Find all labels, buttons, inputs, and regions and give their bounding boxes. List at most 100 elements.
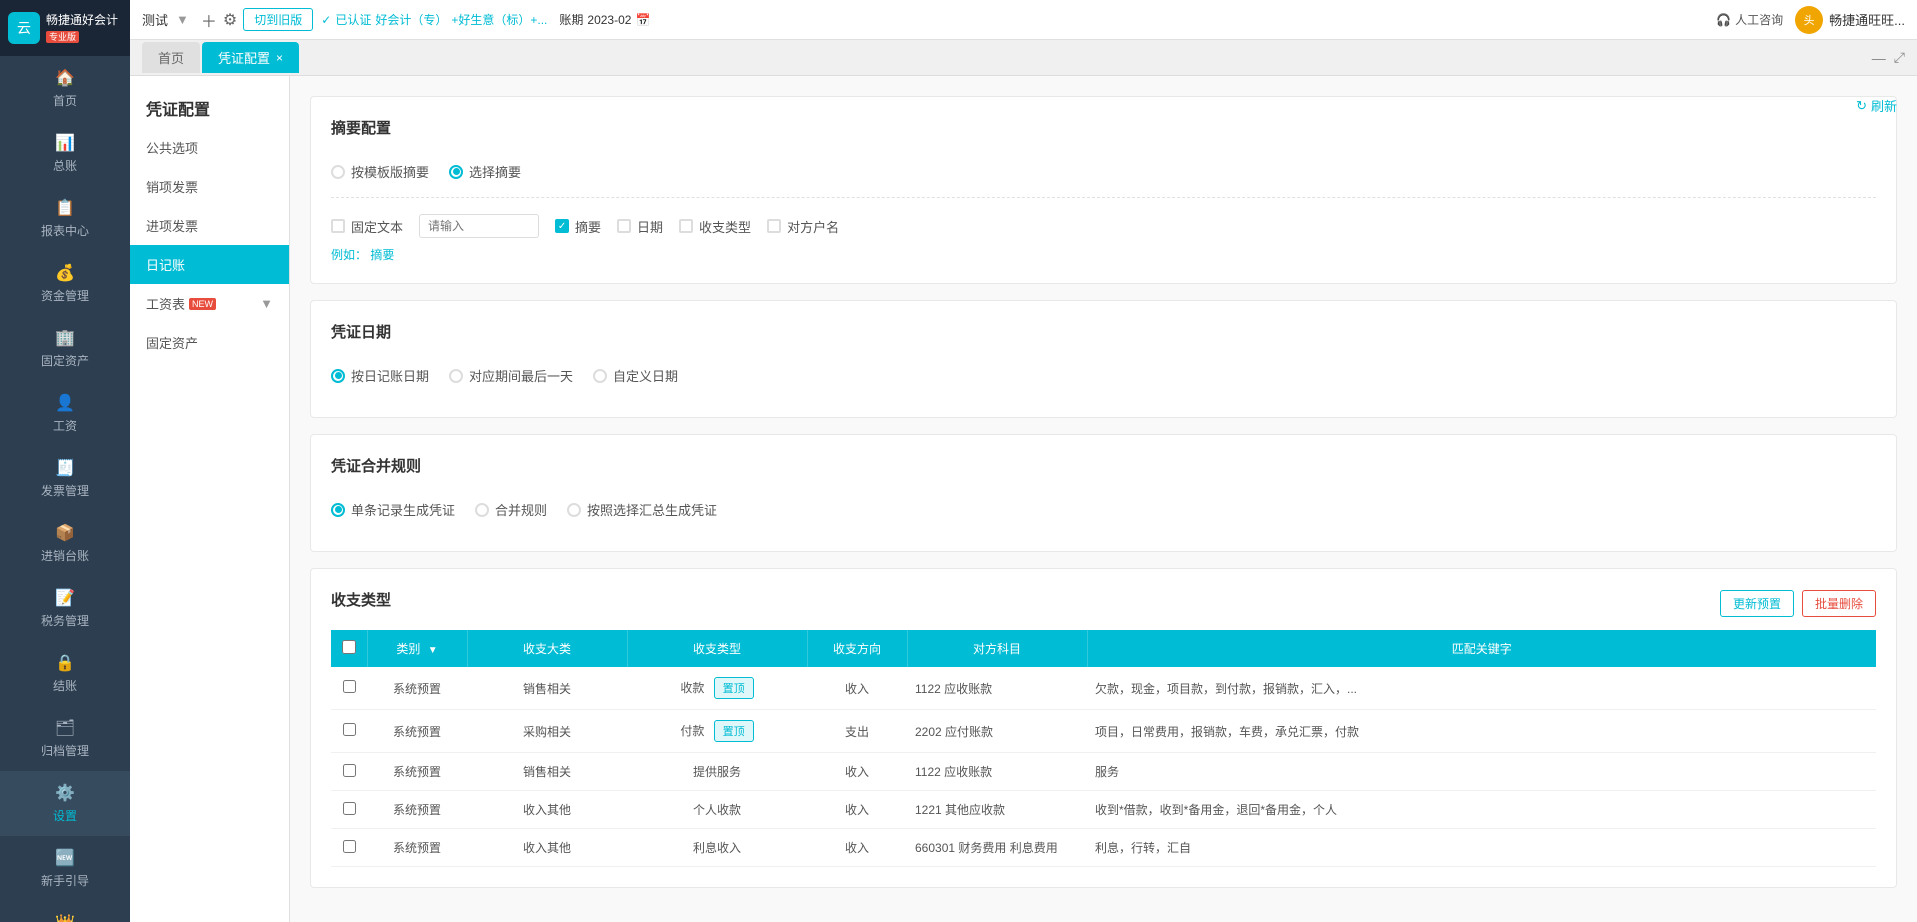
merge-section-title: 凭证合并规则 <box>331 455 1876 484</box>
logo-icon: 云 <box>8 12 40 44</box>
refresh-btn[interactable]: ↻ 刷新 <box>1856 96 1897 115</box>
radio-merge-rule[interactable]: 合并规则 <box>475 500 547 519</box>
row-major-4: 收入其他 <box>467 829 627 867</box>
archive-icon: 🗂 <box>55 718 75 738</box>
row-type-2: 提供服务 <box>627 753 807 791</box>
sidebar-item-close[interactable]: 🔒 结账 <box>0 641 130 706</box>
calendar-icon[interactable]: 📅 <box>635 13 650 27</box>
sub-sidebar-title: 凭证配置 <box>130 84 289 128</box>
logo-title: 畅捷通好会计 <box>46 13 118 29</box>
main-area: 测试 ▼ ＋ ⚙ 切到旧版 ✓ 已认证 好会计（专） +好生意（标）+... 账… <box>130 0 1917 922</box>
tab-home[interactable]: 首页 <box>142 42 200 73</box>
radio-circle-custom <box>593 369 607 383</box>
checkbox-fixed-text[interactable]: 固定文本 <box>331 217 403 236</box>
certified-status: 已认证 <box>335 11 371 28</box>
sidebar-item-invoice[interactable]: 🧾 发票管理 <box>0 446 130 511</box>
update-preset-btn[interactable]: 更新预置 <box>1720 590 1794 617</box>
table-header-checkbox-col <box>331 630 367 667</box>
radio-custom-date[interactable]: 自定义日期 <box>593 366 678 385</box>
row-keywords-3: 收到*借款，收到*备用金，退回*备用金，个人 <box>1087 791 1876 829</box>
assets-icon: 🏢 <box>55 328 75 348</box>
payroll-chevron-icon: ▼ <box>260 296 273 311</box>
radio-select-summary[interactable]: 选择摘要 <box>449 162 521 181</box>
radio-journal-date[interactable]: 按日记账日期 <box>331 366 429 385</box>
summary-section-title: 摘要配置 <box>331 117 1876 146</box>
tag-btn-0[interactable]: 置顶 <box>714 677 754 699</box>
sidebar-item-reports[interactable]: 📋 报表中心 <box>0 186 130 251</box>
table-select-all-checkbox[interactable] <box>342 640 356 654</box>
company-dropdown-icon[interactable]: ▼ <box>176 12 189 27</box>
merge-section: 凭证合并规则 单条记录生成凭证 合并规则 按照选择汇总生成凭证 <box>310 434 1897 552</box>
table-row: 系统预置 收入其他 利息收入 收入 660301 财务费用 利息费用 利息，行转… <box>331 829 1876 867</box>
sub-sidebar-item-payroll[interactable]: 工资表 NEW ▼ <box>130 284 289 323</box>
radio-template-summary[interactable]: 按模板版摘要 <box>331 162 429 181</box>
table-header-type: 收支类型 <box>627 630 807 667</box>
funds-icon: 💰 <box>55 263 75 283</box>
tab-close-icon[interactable]: × <box>276 51 283 65</box>
row-account-2: 1122 应收账款 <box>907 753 1087 791</box>
sidebar-item-salary[interactable]: 👤 工资 <box>0 381 130 446</box>
sidebar-item-guide[interactable]: 🆕 新手引导 <box>0 836 130 901</box>
plus-icon[interactable]: ＋ <box>201 8 217 32</box>
fixed-text-checkbox <box>331 219 345 233</box>
checkbox-counterparty[interactable]: 对方户名 <box>767 217 839 236</box>
row-type-0: 收款 置顶 <box>627 667 807 710</box>
table-header-direction: 收支方向 <box>807 630 907 667</box>
sidebar-item-purchase[interactable]: 📦 进销台账 <box>0 511 130 576</box>
member-icon: 👑 <box>55 913 75 922</box>
sidebar-item-home[interactable]: 🏠 首页 <box>0 56 130 121</box>
row-major-2: 销售相关 <box>467 753 627 791</box>
table-header-account: 对方科目 <box>907 630 1087 667</box>
batch-delete-btn[interactable]: 批量删除 <box>1802 590 1876 617</box>
new-badge: NEW <box>189 298 216 310</box>
checkbox-date[interactable]: 日期 <box>617 217 663 236</box>
row-checkbox-0[interactable] <box>343 680 356 693</box>
logo-badge: 专业版 <box>46 31 79 43</box>
tab-voucher-config[interactable]: 凭证配置 × <box>202 42 299 73</box>
table-header-actions: 更新预置 批量删除 <box>1720 590 1876 617</box>
sidebar-item-assets[interactable]: 🏢 固定资产 <box>0 316 130 381</box>
row-checkbox-1[interactable] <box>343 723 356 736</box>
period-value: 2023-02 <box>587 13 631 27</box>
checkbox-type[interactable]: 收支类型 <box>679 217 751 236</box>
good-accounting: 好会计（专） <box>375 11 447 28</box>
sidebar-item-tax[interactable]: 📝 税务管理 <box>0 576 130 641</box>
date-radio-group: 按日记账日期 对应期间最后一天 自定义日期 <box>331 366 1876 385</box>
radio-period-last[interactable]: 对应期间最后一天 <box>449 366 573 385</box>
summary-radio-group: 按模板版摘要 选择摘要 <box>331 162 1876 181</box>
sub-sidebar-item-purchase[interactable]: 进项发票 <box>130 206 289 245</box>
sub-sidebar-item-journal[interactable]: 日记账 <box>130 245 289 284</box>
sidebar-item-archive[interactable]: 🗂 归档管理 <box>0 706 130 771</box>
topbar-actions: ＋ ⚙ 切到旧版 <box>201 8 313 32</box>
row-checkbox-3[interactable] <box>343 802 356 815</box>
topbar-status: ✓ 已认证 好会计（专） +好生意（标）+... 账期 2023-02 📅 <box>321 11 650 28</box>
fixed-text-input[interactable] <box>419 214 539 238</box>
sidebar-nav: 🏠 首页 📊 总账 📋 报表中心 💰 资金管理 🏢 固定资产 👤 工资 <box>0 56 130 922</box>
row-checkbox-2[interactable] <box>343 764 356 777</box>
sidebar-item-funds[interactable]: 💰 资金管理 <box>0 251 130 316</box>
row-checkbox-4[interactable] <box>343 840 356 853</box>
topbar: 测试 ▼ ＋ ⚙ 切到旧版 ✓ 已认证 好会计（专） +好生意（标）+... 账… <box>130 0 1917 40</box>
sidebar-item-ledger[interactable]: 📊 总账 <box>0 121 130 186</box>
radio-total-generate[interactable]: 按照选择汇总生成凭证 <box>567 500 717 519</box>
switch-version-btn[interactable]: 切到旧版 <box>243 8 313 31</box>
settings-gear-icon[interactable]: ⚙ <box>223 10 237 30</box>
sub-sidebar-item-public[interactable]: 公共选项 <box>130 128 289 167</box>
service-btn[interactable]: 🎧 人工咨询 <box>1716 11 1783 28</box>
summary-checkbox: ✓ <box>555 219 569 233</box>
sub-sidebar-item-fixed-assets[interactable]: 固定资产 <box>130 323 289 362</box>
sub-sidebar-item-sales[interactable]: 销项发票 <box>130 167 289 206</box>
row-direction-2: 收入 <box>807 753 907 791</box>
tab-maximize-btn[interactable]: ⤢ <box>1894 49 1905 66</box>
checkbox-summary[interactable]: ✓ 摘要 <box>555 217 601 236</box>
tag-btn-1[interactable]: 置顶 <box>714 720 754 742</box>
sidebar: 云 畅捷通好会计 专业版 🏠 首页 📊 总账 📋 报表中心 💰 资金管理 <box>0 0 130 922</box>
radio-single-record[interactable]: 单条记录生成凭证 <box>331 500 455 519</box>
tab-minimize-btn[interactable]: — <box>1872 49 1886 66</box>
income-expense-table: 类别 ▼ 收支大类 收支类型 收支方向 <box>331 630 1876 867</box>
sort-icon: ▼ <box>428 645 438 656</box>
sidebar-item-settings[interactable]: ⚙️ 设置 <box>0 771 130 836</box>
headset-icon: 🎧 <box>1716 13 1731 27</box>
row-type-1: 付款 置顶 <box>627 710 807 753</box>
sidebar-item-member[interactable]: 👑 畅会员 <box>0 901 130 922</box>
